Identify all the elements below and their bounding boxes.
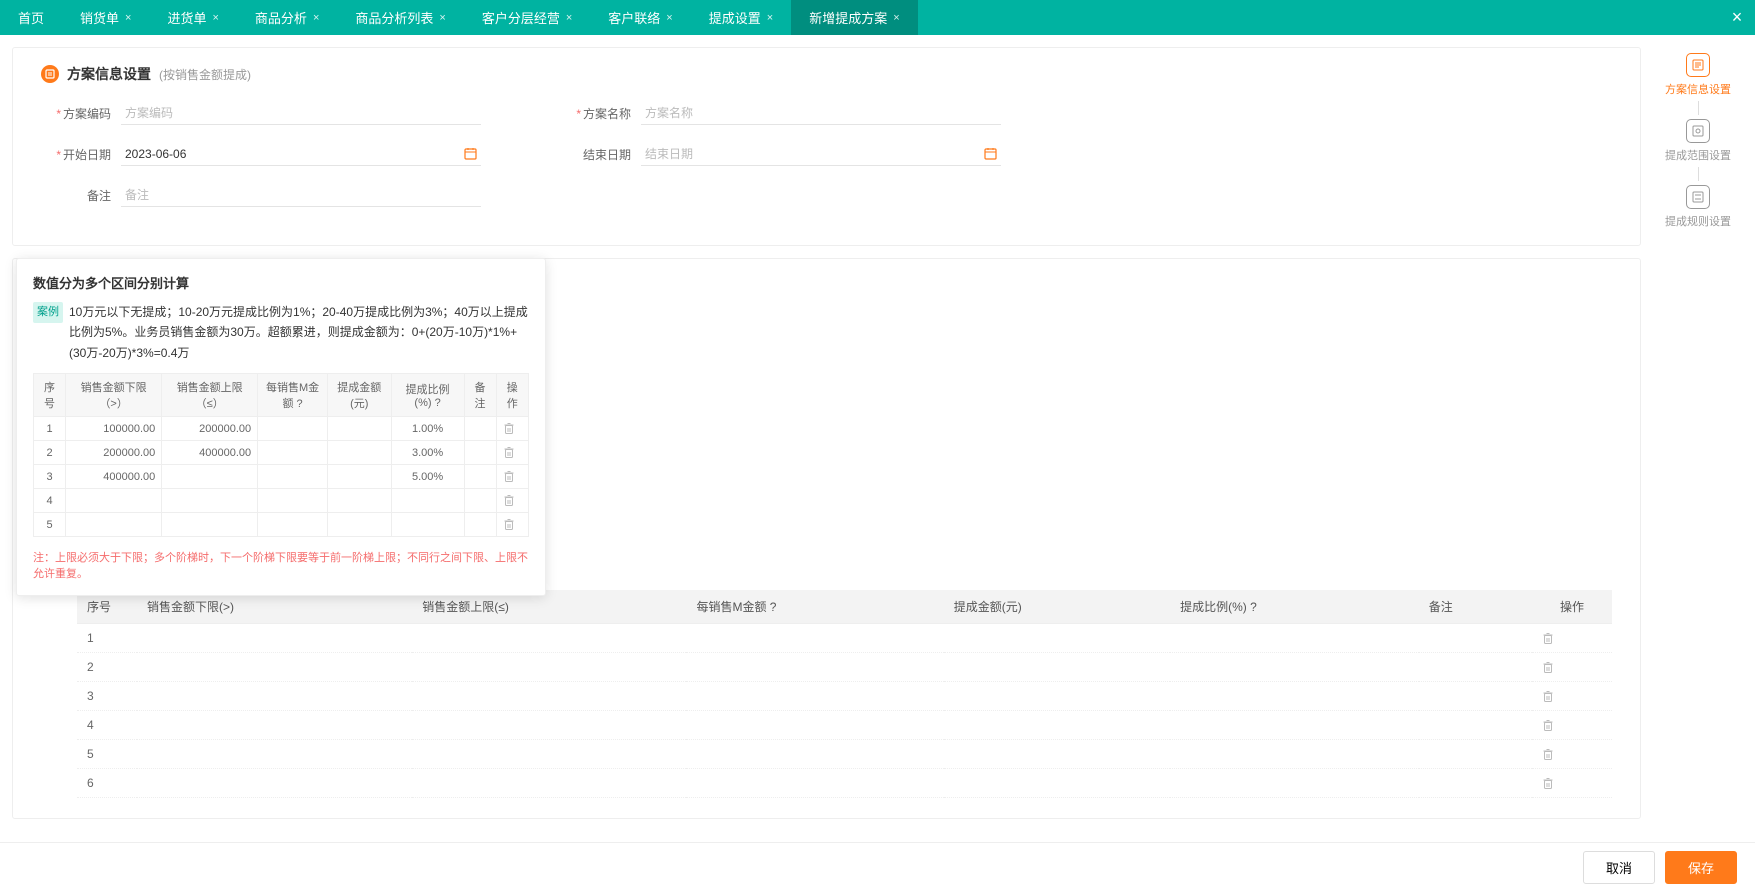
card-title: 方案信息设置: [67, 64, 151, 84]
popover-example-table: 序号销售金额下限（>）销售金额上限（≤）每销售M金额 ?提成金额(元)提成比例(…: [33, 373, 529, 537]
footer-actions: 取消 保存: [0, 842, 1755, 892]
plan-code-input[interactable]: [121, 102, 481, 125]
table-row[interactable]: 1: [77, 624, 1612, 653]
calendar-icon[interactable]: [464, 147, 477, 160]
table-row[interactable]: 3: [77, 682, 1612, 711]
table-row[interactable]: 4: [77, 711, 1612, 740]
close-icon[interactable]: ×: [767, 12, 773, 24]
tabs-bar: 首页 销货单× 进货单× 商品分析× 商品分析列表× 客户分层经营× 客户联络×…: [0, 0, 1755, 35]
tab-sales-order[interactable]: 销货单×: [62, 0, 149, 35]
rules-icon: [1686, 185, 1710, 209]
tab-product-analysis-list[interactable]: 商品分析列表×: [337, 0, 463, 35]
tab-commission-settings[interactable]: 提成设置×: [691, 0, 791, 35]
delete-icon[interactable]: [503, 470, 522, 483]
start-date-label: *开始日期: [41, 146, 111, 163]
form-icon: [1686, 53, 1710, 77]
end-date-input[interactable]: [641, 143, 1001, 166]
close-icon[interactable]: ×: [666, 12, 672, 24]
step-plan-info[interactable]: 方案信息设置: [1665, 53, 1731, 97]
tab-home[interactable]: 首页: [0, 0, 62, 35]
col-action: 操作: [1532, 590, 1612, 624]
remark-label: 备注: [41, 187, 111, 204]
tab-purchase-order[interactable]: 进货单×: [149, 0, 236, 35]
popover-title: 数值分为多个区间分别计算: [33, 273, 529, 292]
table-row[interactable]: 2: [77, 653, 1612, 682]
delete-icon[interactable]: [1542, 690, 1602, 703]
delete-icon[interactable]: [1542, 661, 1602, 674]
close-icon[interactable]: ×: [566, 12, 572, 24]
close-icon[interactable]: ×: [125, 12, 131, 24]
close-icon[interactable]: ×: [313, 12, 319, 24]
delete-icon[interactable]: [1542, 777, 1602, 790]
step-nav: 方案信息设置 提成范围设置 提成规则设置: [1653, 47, 1743, 831]
plan-name-input[interactable]: [641, 102, 1001, 125]
col-amount: 提成金额(元): [944, 590, 1170, 624]
calendar-icon[interactable]: [984, 147, 997, 160]
step-rules[interactable]: 提成规则设置: [1665, 185, 1731, 229]
start-date-input[interactable]: [121, 143, 481, 166]
commission-tiers-table: 序号 销售金额下限(>) 销售金额上限(≤) 每销售M金额 ? 提成金额(元) …: [77, 590, 1612, 798]
save-button[interactable]: 保存: [1665, 851, 1737, 884]
col-ratio: 提成比例(%) ?: [1170, 590, 1419, 624]
tab-new-commission-plan[interactable]: 新增提成方案×: [791, 0, 917, 35]
close-icon[interactable]: ×: [893, 12, 899, 24]
delete-icon[interactable]: [1542, 719, 1602, 732]
tab-customer-contact[interactable]: 客户联络×: [590, 0, 690, 35]
card-subtitle: (按销售金额提成): [159, 66, 251, 83]
col-per-m: 每销售M金额 ?: [686, 590, 943, 624]
col-remark: 备注: [1419, 590, 1532, 624]
step-scope[interactable]: 提成范围设置: [1665, 119, 1731, 163]
cancel-button[interactable]: 取消: [1583, 851, 1655, 884]
delete-icon[interactable]: [503, 518, 522, 531]
end-date-label: 结束日期: [561, 146, 631, 163]
close-all-icon[interactable]: ×: [1719, 0, 1755, 35]
delete-icon[interactable]: [1542, 748, 1602, 761]
delete-icon[interactable]: [503, 422, 522, 435]
tab-product-analysis[interactable]: 商品分析×: [237, 0, 337, 35]
table-row[interactable]: 5: [77, 740, 1612, 769]
table-row[interactable]: 6: [77, 769, 1612, 798]
delete-icon[interactable]: [503, 446, 522, 459]
plan-info-card: 方案信息设置 (按销售金额提成) *方案编码 *方案名称 *开始日期: [12, 47, 1641, 246]
calc-rule-help-popover: 数值分为多个区间分别计算 案例 10万元以下无提成；10-20万元提成比例为1%…: [16, 258, 546, 596]
scope-icon: [1686, 119, 1710, 143]
plan-code-label: *方案编码: [41, 105, 111, 122]
example-text: 10万元以下无提成；10-20万元提成比例为1%；20-40万提成比例为3%；4…: [69, 302, 529, 363]
popover-note: 注：上限必须大于下限；多个阶梯时，下一个阶梯下限要等于前一阶梯上限；不同行之间下…: [33, 549, 529, 581]
close-icon[interactable]: ×: [212, 12, 218, 24]
delete-icon[interactable]: [1542, 632, 1602, 645]
plan-name-label: *方案名称: [561, 105, 631, 122]
remark-input[interactable]: [121, 184, 481, 207]
close-icon[interactable]: ×: [439, 12, 445, 24]
section-badge-icon: [41, 65, 59, 83]
example-tag: 案例: [33, 302, 63, 323]
delete-icon[interactable]: [503, 494, 522, 507]
tab-customer-tier[interactable]: 客户分层经营×: [464, 0, 590, 35]
